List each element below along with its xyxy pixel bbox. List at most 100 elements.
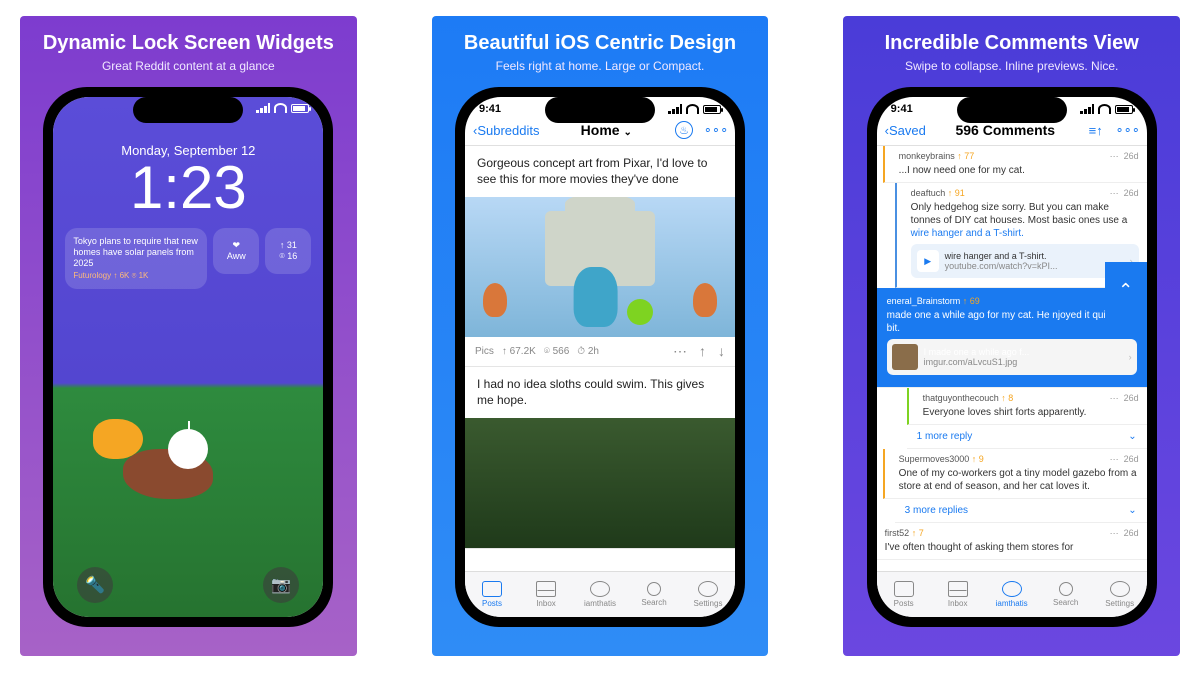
signal-icon (668, 104, 682, 114)
downvote-button[interactable]: ↓ (718, 343, 725, 360)
play-icon: ▶ (917, 250, 939, 272)
posts-icon (894, 581, 914, 597)
comment-author[interactable]: monkeybrains (899, 151, 955, 161)
nav-title[interactable]: Home ⌄ (581, 122, 632, 138)
comment[interactable]: Supermoves3000 ↑ 9⋯ 26dOne of my co-work… (883, 449, 1147, 499)
image-preview-card[interactable]: I made one a while ago f...imgur.com/aLv… (887, 339, 1137, 375)
back-button[interactable]: ‹Saved (885, 123, 926, 138)
heart-icon: ❤ (233, 240, 241, 251)
tab-posts[interactable]: Posts (877, 572, 931, 617)
status-time: 9:41 (891, 103, 913, 115)
tab-label: Inbox (948, 599, 968, 608)
tab-label: Search (641, 598, 666, 607)
comment[interactable]: first52 ↑ 7⋯ 26dI've often thought of as… (877, 523, 1147, 560)
more-button[interactable]: ∘∘∘ (705, 119, 727, 141)
comment-upvotes: ↑ 7 (912, 528, 924, 538)
more-icon: ∘∘∘ (704, 122, 728, 138)
post-subreddit[interactable]: Pics (475, 346, 494, 357)
more-replies-link[interactable]: 1 more reply⌄ (907, 425, 1147, 449)
tab-settings[interactable]: Settings (681, 572, 735, 617)
signal-icon (1080, 104, 1094, 114)
comment-upvotes: ↑ 9 (972, 454, 984, 464)
flashlight-button[interactable]: 🔦 (77, 567, 113, 603)
comment-more-icon[interactable]: ⋯ (1110, 188, 1119, 198)
battery-icon (1115, 105, 1133, 114)
comment-author[interactable]: eneral_Brainstorm (887, 296, 961, 306)
post-card[interactable]: Gorgeous concept art from Pixar, I'd lov… (465, 146, 735, 367)
tab-label: Posts (482, 599, 502, 608)
comment-upvotes: ↑ 91 (948, 188, 965, 198)
post-more-button[interactable]: ⋯ (673, 343, 687, 360)
panel-title: Incredible Comments View (885, 32, 1139, 55)
comment[interactable]: monkeybrains ↑ 77⋯ 26d...I now need one … (883, 146, 1147, 183)
tab-label: Settings (1105, 599, 1134, 608)
signal-icon (256, 103, 270, 113)
comment-body: Everyone loves shirt forts apparently. (923, 406, 1139, 419)
inbox-icon (536, 581, 556, 597)
chevron-right-icon: › (1129, 352, 1132, 362)
tab-search[interactable]: Search (1039, 572, 1093, 617)
tab-posts[interactable]: Posts (465, 572, 519, 617)
notch (545, 97, 655, 123)
post-upvotes: ↑ 67.2K (502, 346, 536, 357)
widget-stats[interactable]: ↑ 31 ⌾ 16 (265, 228, 311, 274)
search-icon (647, 582, 661, 596)
comment-more-icon[interactable]: ⋯ (1110, 393, 1119, 403)
post-image (465, 197, 735, 337)
widget-meta: Futurology ↑ 6K ⌾ 1K (73, 271, 199, 281)
notch (957, 97, 1067, 123)
tab-bar: Posts Inbox iamthatis Search Settings (465, 571, 735, 617)
flashlight-icon: 🔦 (85, 575, 105, 595)
post-comments: ⌾ 566 (544, 346, 569, 357)
more-icon: ∘∘∘ (1115, 122, 1139, 138)
filter-button[interactable]: ♨ (673, 119, 695, 141)
panel-title: Beautiful iOS Centric Design (464, 32, 736, 55)
post-title: I had no idea sloths could swim. This gi… (465, 367, 735, 418)
tab-settings[interactable]: Settings (1093, 572, 1147, 617)
comment-more-icon[interactable]: ⋯ (1110, 151, 1119, 161)
lock-screen: Monday, September 12 1:23 Tokyo plans to… (53, 97, 323, 617)
more-button[interactable]: ∘∘∘ (1117, 119, 1139, 141)
comment-author[interactable]: first52 (885, 528, 910, 538)
comment-author[interactable]: thatguyonthecouch (923, 393, 999, 403)
phone-frame: Monday, September 12 1:23 Tokyo plans to… (43, 87, 333, 627)
tab-inbox[interactable]: Inbox (519, 572, 573, 617)
comments-list[interactable]: monkeybrains ↑ 77⋯ 26d...I now need one … (877, 146, 1147, 570)
back-label: Saved (889, 123, 926, 138)
post-title: Gorgeous concept art from Pixar, I'd lov… (465, 146, 735, 197)
panel-subtitle: Feels right at home. Large or Compact. (496, 59, 705, 73)
widget-aww[interactable]: ❤ Aww (213, 228, 259, 274)
search-icon (1059, 582, 1073, 596)
comment-upvotes: ↑ 69 (963, 296, 980, 306)
tab-profile[interactable]: iamthatis (573, 572, 627, 617)
lock-illustration (53, 369, 323, 569)
comment-more-icon[interactable]: ⋯ (1110, 528, 1119, 538)
widget-headline[interactable]: Tokyo plans to require that new homes ha… (65, 228, 207, 289)
panel-subtitle: Great Reddit content at a glance (102, 59, 275, 73)
wifi-icon (686, 104, 699, 114)
post-age: ⏱ 2h (577, 346, 599, 357)
tab-inbox[interactable]: Inbox (931, 572, 985, 617)
comment-body: One of my co-workers got a tiny model ga… (899, 467, 1139, 493)
camera-icon: 📷 (271, 575, 291, 595)
tab-search[interactable]: Search (627, 572, 681, 617)
comment-age: 26d (1124, 151, 1139, 161)
back-button[interactable]: ‹Subreddits (473, 123, 540, 138)
phone-frame: 9:41 ‹Subreddits Home ⌄ ♨ ∘∘∘ Gorgeous c… (455, 87, 745, 627)
camera-button[interactable]: 📷 (263, 567, 299, 603)
comment-author[interactable]: deaftuch (911, 188, 946, 198)
more-replies-link[interactable]: 3 more replies⌄ (895, 499, 1147, 523)
collapse-swipe-button[interactable]: ⌃ (1105, 262, 1147, 318)
comment-author[interactable]: Supermoves3000 (899, 454, 970, 464)
comment-body: ...I now need one for my cat. (899, 164, 1139, 177)
tab-profile[interactable]: iamthatis (985, 572, 1039, 617)
upvote-button[interactable]: ↑ (699, 343, 706, 360)
post-card[interactable]: I had no idea sloths could swim. This gi… (465, 367, 735, 549)
sort-button[interactable]: ≡↑ (1085, 119, 1107, 141)
tab-label: iamthatis (584, 599, 616, 608)
tab-label: iamthatis (996, 599, 1028, 608)
comment-age: 26d (1124, 528, 1139, 538)
comment-more-icon[interactable]: ⋯ (1110, 454, 1119, 464)
comment[interactable]: thatguyonthecouch ↑ 8⋯ 26dEveryone loves… (907, 388, 1147, 425)
chevron-up-icon: ⌃ (1118, 280, 1133, 301)
